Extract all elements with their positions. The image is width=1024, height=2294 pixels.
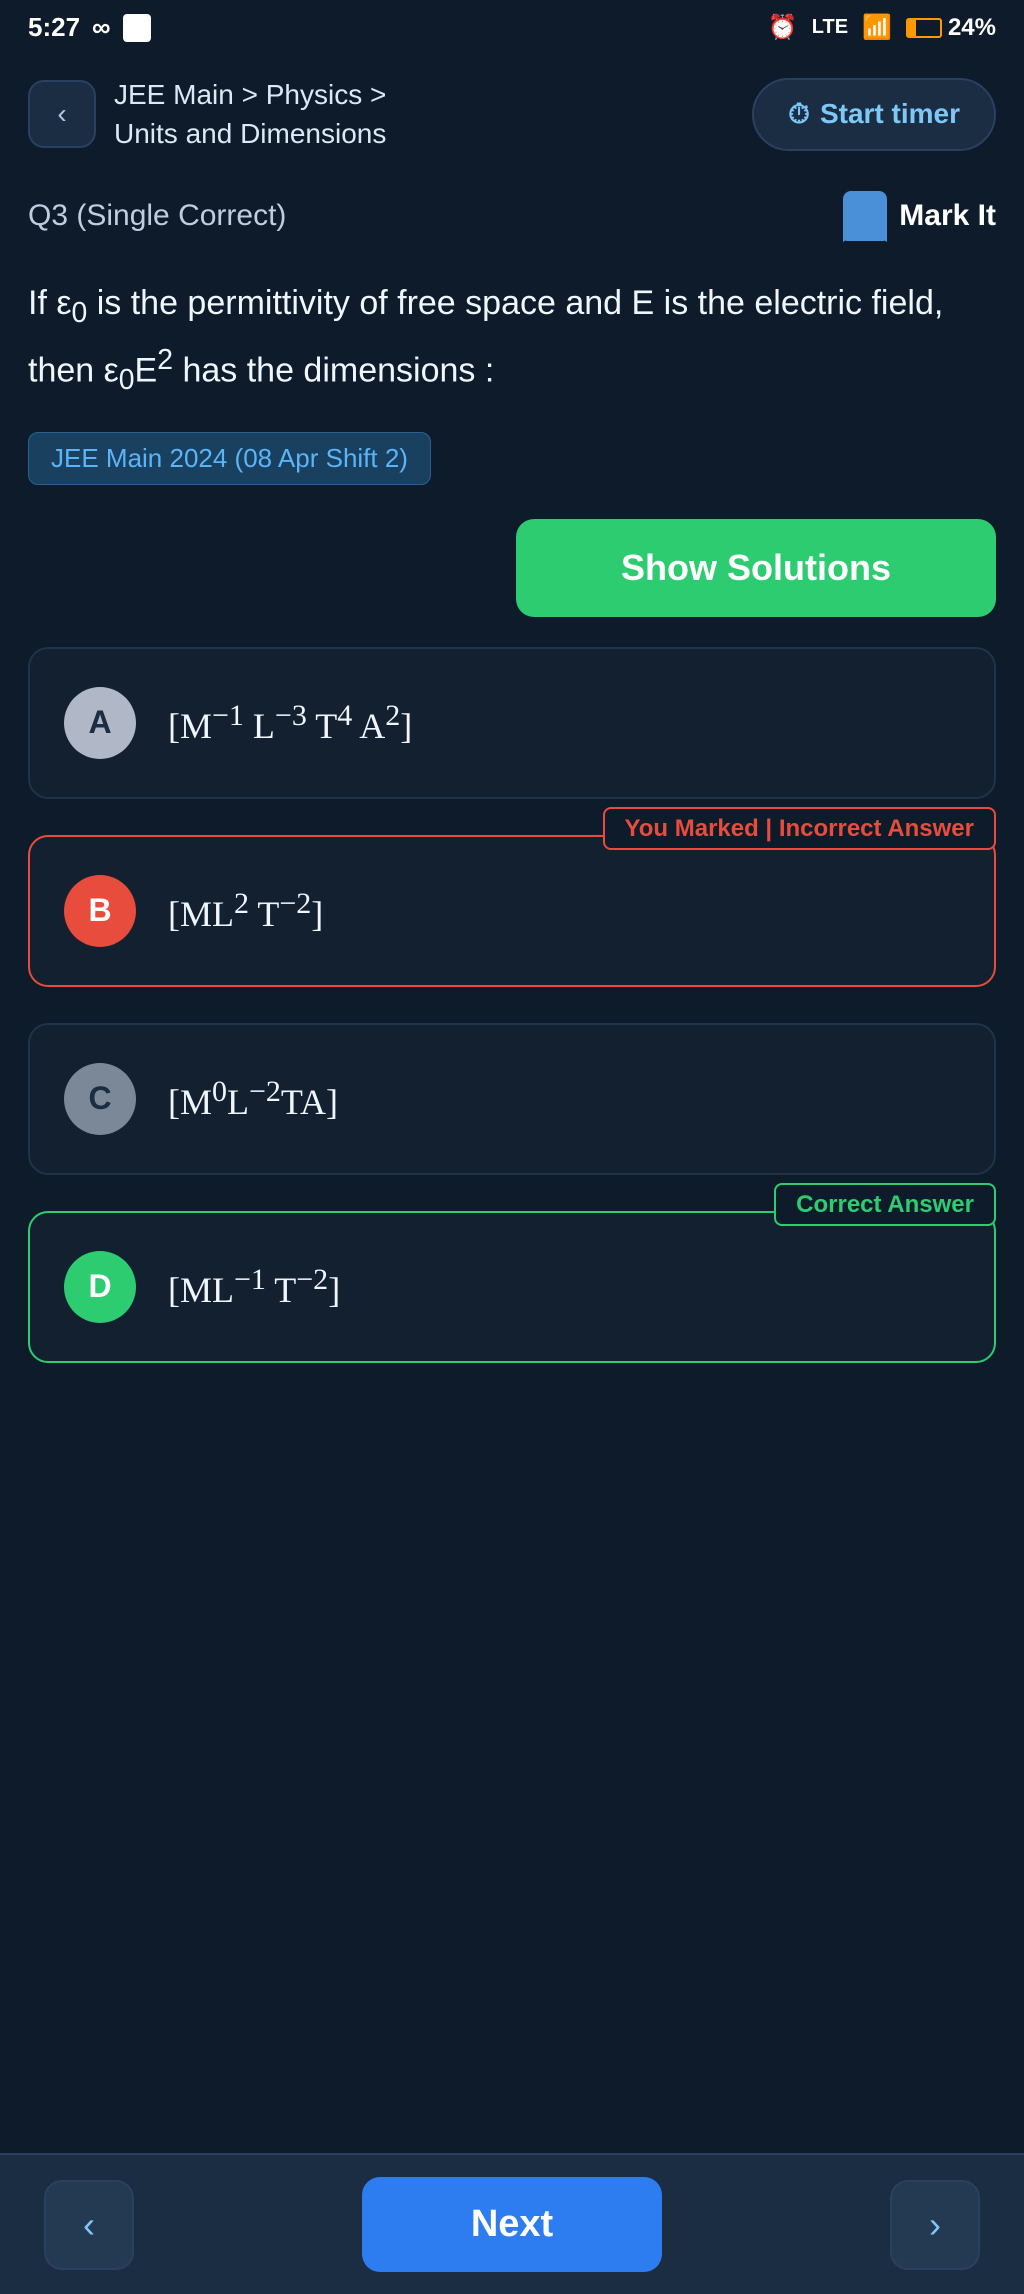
lte-icon: LTE — [812, 16, 848, 39]
mark-it-button[interactable]: Mark It — [843, 191, 996, 241]
option-b-circle: B — [64, 875, 136, 947]
prev-icon: ‹ — [83, 2204, 95, 2246]
option-c-circle: C — [64, 1063, 136, 1135]
breadcrumb: JEE Main > Physics > Units and Dimension… — [114, 75, 386, 153]
timer-label: Start timer — [820, 98, 960, 130]
option-a-card[interactable]: A [M−1 L−3 T4 A2] — [28, 647, 996, 799]
option-d-wrapper: Correct Answer D [ML−1 T−2] — [28, 1211, 996, 1363]
start-timer-button[interactable]: ⏱ Start timer — [752, 78, 996, 151]
show-solutions-button[interactable]: Show Solutions — [516, 519, 996, 617]
battery-display: 24% — [906, 14, 996, 42]
time-display: 5:27 — [28, 12, 80, 43]
infinity-icon: ∞ — [92, 12, 111, 43]
timer-icon: ⏱ — [788, 98, 810, 131]
tag-row: JEE Main 2024 (08 Apr Shift 2) — [0, 422, 1024, 509]
option-b-card[interactable]: B [ML2 T−2] — [28, 835, 996, 987]
breadcrumb-line2: Units and Dimensions — [114, 114, 386, 153]
status-right: ⏰ LTE 📶 24% — [768, 13, 996, 42]
back-icon: ‹ — [57, 98, 66, 130]
option-d-badge: Correct Answer — [774, 1191, 996, 1219]
option-a-circle: A — [64, 687, 136, 759]
next-arrow-button[interactable]: › — [890, 2180, 980, 2270]
option-d-circle: D — [64, 1251, 136, 1323]
question-text: If ε0 is the permittivity of free space … — [0, 251, 1024, 421]
prev-button[interactable]: ‹ — [44, 2180, 134, 2270]
option-c-wrapper: C [M0L−2TA] — [28, 1023, 996, 1175]
header-left: ‹ JEE Main > Physics > Units and Dimensi… — [28, 75, 386, 153]
breadcrumb-line1: JEE Main > Physics > — [114, 79, 386, 110]
status-left: 5:27 ∞ — [28, 12, 151, 43]
header: ‹ JEE Main > Physics > Units and Dimensi… — [0, 57, 1024, 171]
back-button[interactable]: ‹ — [28, 80, 96, 148]
alarm-icon: ⏰ — [768, 13, 798, 42]
next-button[interactable]: Next — [362, 2177, 662, 2272]
signal-icon: 📶 — [862, 13, 892, 42]
correct-badge: Correct Answer — [774, 1183, 996, 1226]
q-label-row: Q3 (Single Correct) Mark It — [0, 171, 1024, 251]
incorrect-badge: You Marked | Incorrect Answer — [603, 807, 996, 850]
options-container: A [M−1 L−3 T4 A2] You Marked | Incorrect… — [0, 647, 1024, 1399]
stop-icon — [123, 14, 151, 42]
option-b-formula: [ML2 T−2] — [168, 883, 323, 939]
option-c-card[interactable]: C [M0L−2TA] — [28, 1023, 996, 1175]
jee-tag: JEE Main 2024 (08 Apr Shift 2) — [28, 432, 431, 485]
option-b-wrapper: You Marked | Incorrect Answer B [ML2 T−2… — [28, 835, 996, 987]
bottom-nav: ‹ Next › — [0, 2153, 1024, 2294]
battery-percent: 24% — [948, 14, 996, 42]
option-a-formula: [M−1 L−3 T4 A2] — [168, 695, 412, 751]
bookmark-icon — [843, 191, 887, 241]
mark-it-label: Mark It — [899, 199, 996, 233]
next-arrow-icon: › — [929, 2204, 941, 2246]
battery-icon — [906, 18, 942, 38]
option-a-wrapper: A [M−1 L−3 T4 A2] — [28, 647, 996, 799]
show-solutions-row: Show Solutions — [0, 509, 1024, 647]
option-c-formula: [M0L−2TA] — [168, 1071, 338, 1127]
option-d-formula: [ML−1 T−2] — [168, 1259, 340, 1315]
option-b-badge: You Marked | Incorrect Answer — [603, 815, 996, 843]
question-label: Q3 (Single Correct) — [28, 199, 286, 233]
option-d-card[interactable]: D [ML−1 T−2] — [28, 1211, 996, 1363]
status-bar: 5:27 ∞ ⏰ LTE 📶 24% — [0, 0, 1024, 51]
